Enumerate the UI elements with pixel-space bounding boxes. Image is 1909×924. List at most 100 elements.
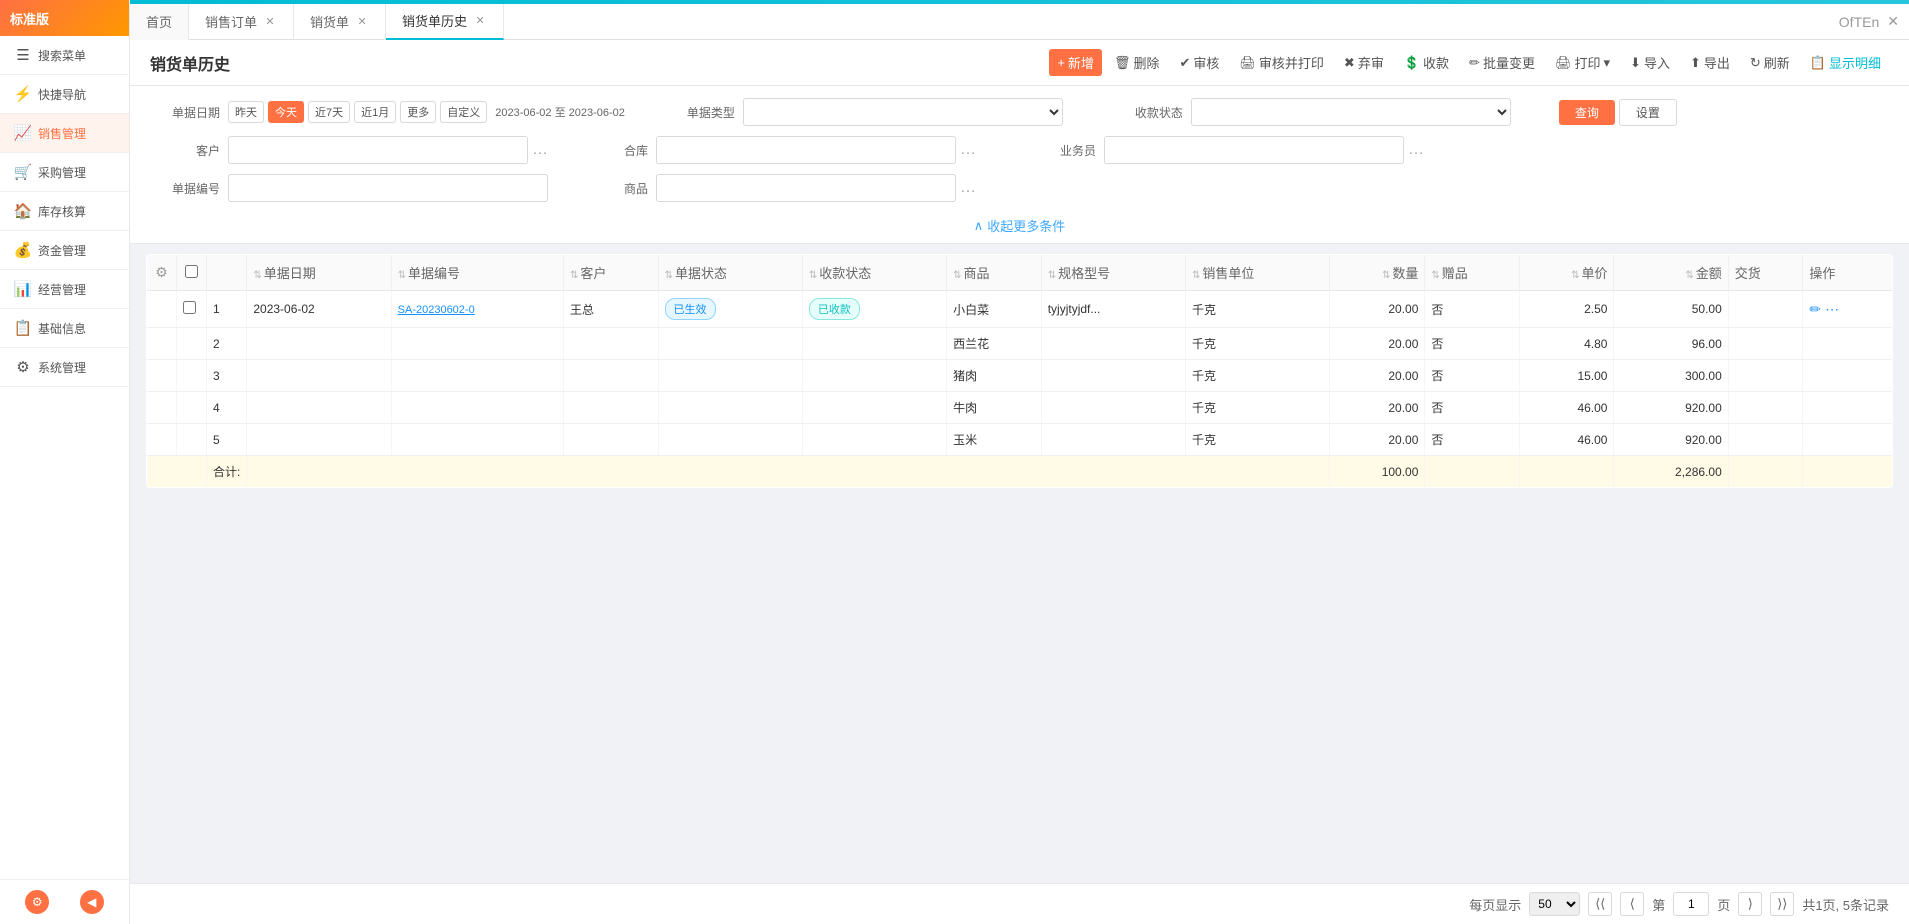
date-btn-today[interactable]: 今天 bbox=[268, 101, 304, 123]
tab-close-all-icon[interactable]: ✕ bbox=[1887, 13, 1899, 30]
review-print-button[interactable]: 🖨 审核并打印 bbox=[1231, 49, 1332, 76]
row-doc-status-2 bbox=[658, 360, 802, 392]
row-actions-2 bbox=[1803, 360, 1893, 392]
tab-home[interactable]: 首页 bbox=[130, 4, 189, 40]
table-row: 3 猪肉 千克 20.00 否 15.00 300.00 bbox=[147, 360, 1893, 392]
tab-sales-order-close[interactable]: ✕ bbox=[263, 15, 277, 29]
review-print-icon: 🖨 bbox=[1239, 55, 1256, 71]
col-sales-unit[interactable]: ⇅销售单位 bbox=[1185, 255, 1329, 291]
row-goods-0: 小白菜 bbox=[947, 291, 1042, 328]
col-unit-price[interactable]: ⇅单价 bbox=[1519, 255, 1614, 291]
warehouse-input[interactable] bbox=[656, 136, 956, 164]
review-button[interactable]: ✔ 审核 bbox=[1171, 49, 1227, 76]
tab-sales-delivery-close[interactable]: ✕ bbox=[355, 15, 369, 29]
row-amount-4: 920.00 bbox=[1614, 424, 1728, 456]
row-settings-4 bbox=[147, 424, 177, 456]
collapse-button[interactable]: ∧ 收起更多条件 bbox=[974, 216, 1066, 235]
col-transaction[interactable]: 交货 bbox=[1728, 255, 1803, 291]
col-collect-status[interactable]: ⇅收款状态 bbox=[802, 255, 946, 291]
row-doc-number-2 bbox=[391, 360, 563, 392]
goods-dots[interactable]: … bbox=[960, 179, 976, 197]
export-button[interactable]: ⬆ 导出 bbox=[1682, 49, 1738, 76]
sidebar-item-inventory[interactable]: 🏠 库存核算 bbox=[0, 192, 129, 231]
warehouse-label: 合库 bbox=[588, 142, 648, 159]
doc-number-input[interactable] bbox=[228, 174, 548, 202]
row-doc-date-0: 2023-06-02 bbox=[247, 291, 391, 328]
display-detail-button[interactable]: 📋 显示明细 bbox=[1802, 49, 1889, 76]
date-btn-custom[interactable]: 自定义 bbox=[440, 101, 487, 123]
inventory-icon: 🏠 bbox=[14, 202, 32, 220]
page-prev-button[interactable]: ⟨ bbox=[1620, 892, 1644, 916]
select-all-checkbox[interactable] bbox=[185, 265, 198, 278]
col-customer[interactable]: ⇅客户 bbox=[564, 255, 659, 291]
action-more-0[interactable]: ⋯ bbox=[1825, 301, 1839, 317]
batch-change-icon: ✏ bbox=[1469, 55, 1480, 71]
sidebar-item-basic-info[interactable]: 📋 基础信息 bbox=[0, 309, 129, 348]
sidebar-item-search-menu[interactable]: ☰ 搜索菜单 bbox=[0, 36, 129, 75]
print-button[interactable]: 🖨 打印 ▾ bbox=[1547, 49, 1618, 76]
sidebar-collapse-icon[interactable]: ◀ bbox=[80, 890, 104, 914]
sidebar-settings-icon[interactable]: ⚙ bbox=[25, 890, 49, 914]
query-button[interactable]: 查询 bbox=[1559, 100, 1615, 125]
date-btn-yesterday[interactable]: 昨天 bbox=[228, 101, 264, 123]
row-doc-number-4 bbox=[391, 424, 563, 456]
date-btn-7days[interactable]: 近7天 bbox=[308, 101, 350, 123]
salesperson-input[interactable] bbox=[1104, 136, 1404, 164]
action-edit-0[interactable]: ✏ bbox=[1809, 301, 1821, 317]
customer-dots[interactable]: … bbox=[532, 141, 548, 159]
sidebar-item-finance[interactable]: 💰 资金管理 bbox=[0, 231, 129, 270]
row-actions-4 bbox=[1803, 424, 1893, 456]
collect-status-badge-0: 已收款 bbox=[809, 298, 860, 320]
abandon-button[interactable]: ✖ 弃审 bbox=[1336, 49, 1392, 76]
col-goods[interactable]: ⇅商品 bbox=[947, 255, 1042, 291]
delete-button[interactable]: 🗑 删除 bbox=[1106, 49, 1168, 76]
row-settings-2 bbox=[147, 360, 177, 392]
system-mgmt-icon: ⚙ bbox=[14, 358, 32, 376]
row-num-2: 3 bbox=[207, 360, 247, 392]
date-btn-more[interactable]: 更多 bbox=[400, 101, 436, 123]
col-doc-date[interactable]: ⇅单据日期 bbox=[247, 255, 391, 291]
sidebar-item-operations-label: 经营管理 bbox=[38, 281, 86, 298]
sidebar-item-quick-nav[interactable]: ⚡ 快捷导航 bbox=[0, 75, 129, 114]
collect-button[interactable]: 💲 收款 bbox=[1396, 49, 1457, 76]
page-next-button[interactable]: ⟩ bbox=[1738, 892, 1762, 916]
page-size-select[interactable]: 50 10 20 100 bbox=[1529, 892, 1580, 916]
sidebar-item-sales-mgmt[interactable]: 📈 销售管理 bbox=[0, 114, 129, 153]
tab-sales-delivery-history[interactable]: 销货单历史 ✕ bbox=[386, 4, 504, 40]
page-last-button[interactable]: ⟩⟩ bbox=[1770, 892, 1794, 916]
page-number-input[interactable] bbox=[1673, 892, 1709, 916]
sidebar-item-operations[interactable]: 📊 经营管理 bbox=[0, 270, 129, 309]
page-first-button[interactable]: ⟨⟨ bbox=[1588, 892, 1612, 916]
refresh-button[interactable]: ↻ 刷新 bbox=[1742, 49, 1798, 76]
col-row-num bbox=[207, 255, 247, 291]
import-button[interactable]: ⬇ 导入 bbox=[1622, 49, 1678, 76]
doc-number-link-0[interactable]: SA-20230602-0 bbox=[398, 304, 475, 316]
col-doc-status[interactable]: ⇅单据状态 bbox=[658, 255, 802, 291]
table-settings-icon[interactable]: ⚙ bbox=[155, 264, 168, 280]
doc-type-select[interactable] bbox=[743, 98, 1063, 126]
customer-input[interactable] bbox=[228, 136, 528, 164]
col-spec-type[interactable]: ⇅规格型号 bbox=[1041, 255, 1185, 291]
row-settings-0 bbox=[147, 291, 177, 328]
batch-change-button[interactable]: ✏ 批量变更 bbox=[1461, 49, 1543, 76]
tab-sales-delivery[interactable]: 销货单 ✕ bbox=[294, 4, 386, 40]
row-cb-0[interactable] bbox=[183, 301, 196, 314]
col-doc-number[interactable]: ⇅单据编号 bbox=[391, 255, 563, 291]
date-btn-1month[interactable]: 近1月 bbox=[354, 101, 396, 123]
summary-total-quantity: 100.00 bbox=[1330, 456, 1425, 488]
sidebar-item-purchase-mgmt[interactable]: 🛒 采购管理 bbox=[0, 153, 129, 192]
col-gift[interactable]: ⇅赠品 bbox=[1425, 255, 1520, 291]
goods-input[interactable] bbox=[656, 174, 956, 202]
col-quantity[interactable]: ⇅数量 bbox=[1330, 255, 1425, 291]
row-transaction-1 bbox=[1728, 328, 1803, 360]
tab-sales-order[interactable]: 销售订单 ✕ bbox=[189, 4, 294, 40]
sidebar-item-system-mgmt[interactable]: ⚙ 系统管理 bbox=[0, 348, 129, 387]
settings-button[interactable]: 设置 bbox=[1619, 99, 1677, 126]
col-amount[interactable]: ⇅金额 bbox=[1614, 255, 1728, 291]
salesperson-dots[interactable]: … bbox=[1408, 141, 1424, 159]
collect-status-select[interactable] bbox=[1191, 98, 1511, 126]
new-button[interactable]: + 新增 bbox=[1049, 49, 1102, 76]
warehouse-field: … bbox=[656, 136, 976, 164]
tab-sales-delivery-history-close[interactable]: ✕ bbox=[473, 14, 487, 28]
warehouse-dots[interactable]: … bbox=[960, 141, 976, 159]
